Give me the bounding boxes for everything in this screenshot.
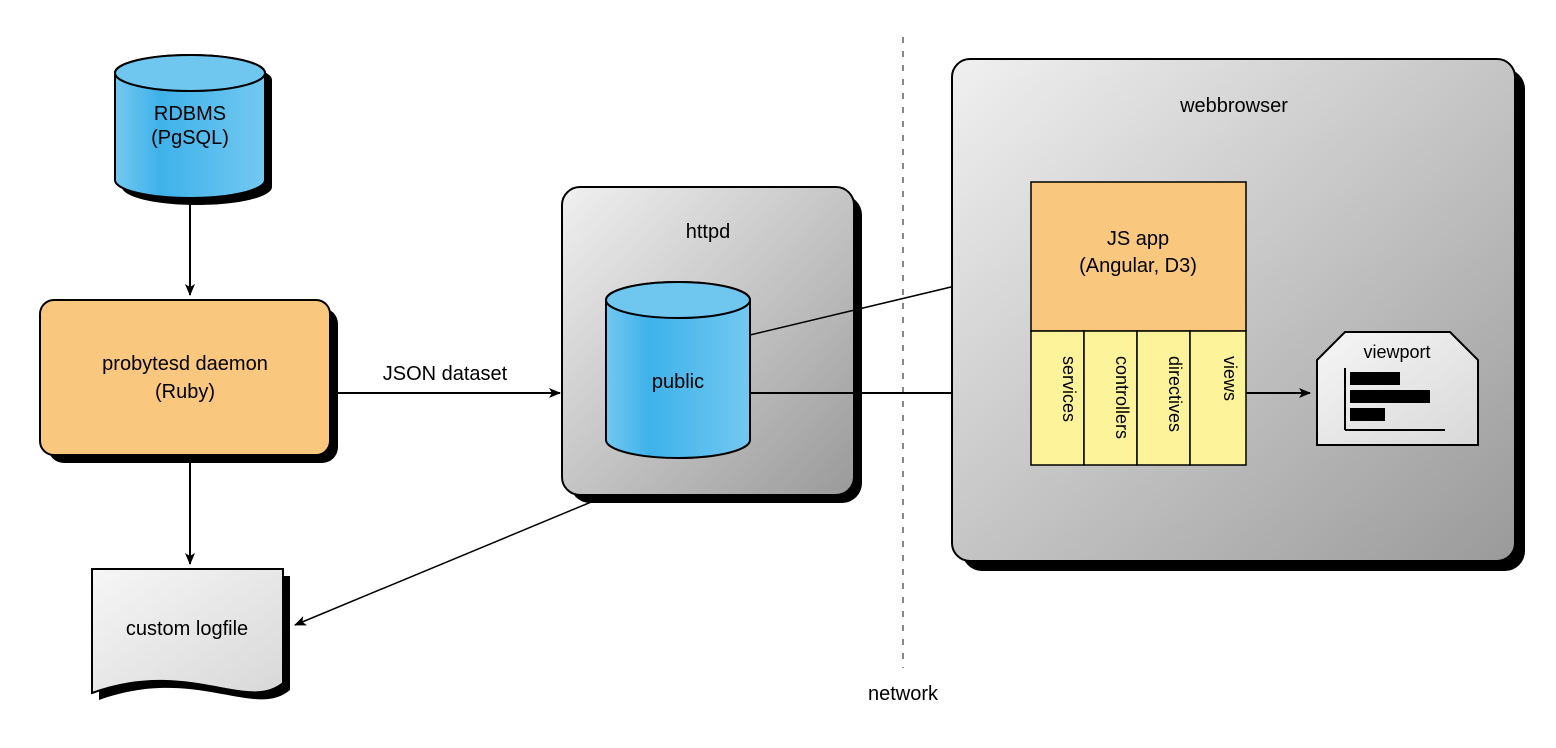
jsapp-line1: JS app	[1107, 228, 1169, 250]
angular-boxes: services controllers directives views	[1031, 331, 1246, 465]
logfile-shape: custom logfile	[92, 569, 290, 700]
daemon-line2: (Ruby)	[155, 381, 215, 403]
daemon-line1: probytesd daemon	[102, 353, 268, 375]
viewport-label: viewport	[1363, 342, 1430, 362]
logfile-label: custom logfile	[126, 618, 248, 640]
box-services: services	[1059, 356, 1079, 422]
arrow-httpd-logfile	[295, 500, 596, 625]
jsapp-group: JS app (Angular, D3) services controller…	[1031, 182, 1246, 465]
httpd-label: httpd	[686, 221, 730, 243]
jsapp-line2: (Angular, D3)	[1079, 255, 1197, 277]
daemon-box: probytesd daemon (Ruby)	[40, 300, 338, 463]
public-cylinder: public	[606, 282, 750, 458]
box-controllers: controllers	[1112, 356, 1132, 439]
rdbms-line1: RDBMS	[154, 103, 226, 125]
json-label: JSON dataset	[383, 363, 508, 385]
rdbms-line2: (PgSQL)	[151, 127, 229, 149]
webbrowser-label: webbrowser	[1179, 95, 1288, 117]
viewport-shape: viewport	[1317, 332, 1478, 445]
box-directives: directives	[1165, 356, 1185, 432]
public-label: public	[652, 371, 704, 393]
box-views: views	[1220, 356, 1240, 401]
rdbms-cylinder: RDBMS (PgSQL)	[115, 55, 272, 205]
network-label: network	[868, 683, 939, 705]
